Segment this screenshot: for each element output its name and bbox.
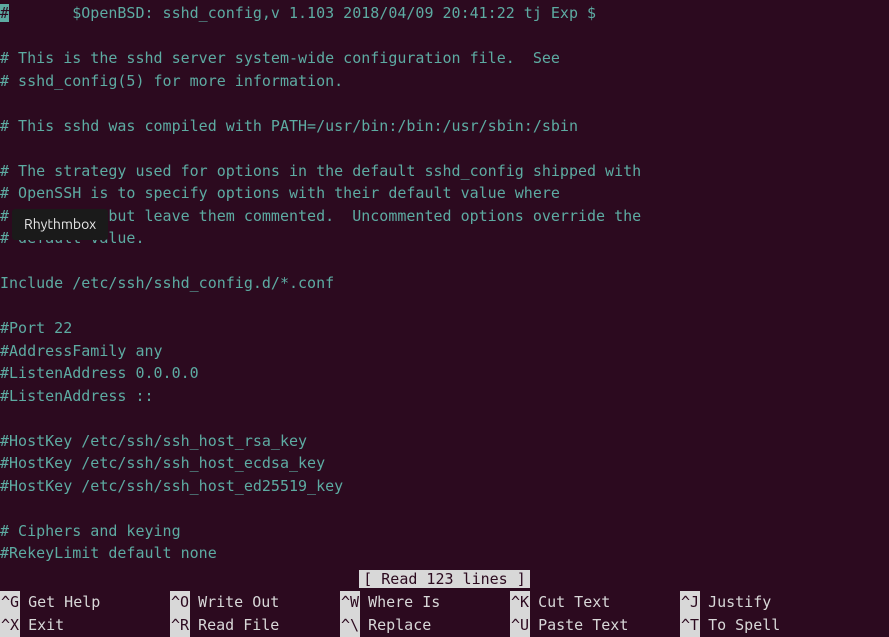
help-item[interactable]: ^R Read File [170,614,340,637]
shortcut-key: ^R [170,614,190,637]
editor-line[interactable] [0,407,889,430]
editor-line[interactable]: #RekeyLimit default none [0,542,889,565]
shortcut-label: Replace [368,614,431,637]
shortcut-label: Justify [708,591,771,614]
status-line: [ Read 123 lines ] [0,568,889,591]
editor-line[interactable]: Include /etc/ssh/sshd_config.d/*.conf [0,272,889,295]
shortcut-label: Cut Text [538,591,610,614]
help-item[interactable]: ^G Get Help [0,591,170,614]
tooltip-rhythmbox: Rhythmbox [12,209,108,240]
editor-line[interactable]: # sshd_config(5) for more information. [0,70,889,93]
shortcut-label: Read File [198,614,279,637]
status-message: [ Read 123 lines ] [359,570,530,588]
editor-line[interactable]: # possible, but leave them commented. Un… [0,205,889,228]
shortcut-label: Paste Text [538,614,628,637]
bottom-bar: [ Read 123 lines ] ^G Get Help ^O Write Out… [0,568,889,637]
editor-line[interactable]: #ListenAddress 0.0.0.0 [0,362,889,385]
shortcut-key: ^G [0,591,20,614]
editor-line[interactable]: # This is the sshd server system-wide co… [0,47,889,70]
editor-line[interactable]: #HostKey /etc/ssh/ssh_host_ecdsa_key [0,452,889,475]
shortcut-label: Exit [28,614,64,637]
editor-line[interactable] [0,250,889,273]
editor-line[interactable] [0,92,889,115]
editor-line[interactable]: # OpenSSH is to specify options with the… [0,182,889,205]
editor-line[interactable]: #AddressFamily any [0,340,889,363]
editor-line[interactable] [0,137,889,160]
shortcut-key: ^W [340,591,360,614]
shortcut-label: Write Out [198,591,279,614]
editor-line[interactable]: #HostKey /etc/ssh/ssh_host_ed25519_key [0,475,889,498]
shortcut-key: ^U [510,614,530,637]
editor-line[interactable] [0,25,889,48]
help-item[interactable]: ^W Where Is [340,591,510,614]
editor-line[interactable]: # This sshd was compiled with PATH=/usr/… [0,115,889,138]
editor-line[interactable]: # $OpenBSD: sshd_config,v 1.103 2018/04/… [0,2,889,25]
editor-line[interactable] [0,497,889,520]
help-item[interactable]: ^K Cut Text [510,591,680,614]
shortcut-label: To Spell [708,614,780,637]
help-row-2: ^X Exit ^R Read File ^\ Replace ^U Paste Text ^T… [0,614,889,637]
line-text: $OpenBSD: sshd_config,v 1.103 2018/04/09… [9,4,596,22]
editor-line[interactable]: # default value. [0,227,889,250]
shortcut-key: ^T [680,614,700,637]
help-row-1: ^G Get Help ^O Write Out ^W Where Is ^K Cut Tex… [0,591,889,614]
editor-area[interactable]: # $OpenBSD: sshd_config,v 1.103 2018/04/… [0,0,889,567]
help-item[interactable]: ^T To Spell [680,614,850,637]
cursor: # [0,4,9,22]
editor-line[interactable]: #ListenAddress :: [0,385,889,408]
editor-line[interactable]: # Ciphers and keying [0,520,889,543]
editor-line[interactable]: #HostKey /etc/ssh/ssh_host_rsa_key [0,430,889,453]
shortcut-key: ^X [0,614,20,637]
help-item[interactable]: ^J Justify [680,591,850,614]
help-item[interactable]: ^X Exit [0,614,170,637]
help-item[interactable]: ^\ Replace [340,614,510,637]
shortcut-key: ^K [510,591,530,614]
shortcut-key: ^O [170,591,190,614]
shortcut-label: Get Help [28,591,100,614]
help-item[interactable]: ^U Paste Text [510,614,680,637]
shortcut-key: ^\ [340,614,360,637]
help-item[interactable]: ^O Write Out [170,591,340,614]
editor-line[interactable]: #Port 22 [0,317,889,340]
editor-line[interactable] [0,295,889,318]
shortcut-key: ^J [680,591,700,614]
shortcut-label: Where Is [368,591,440,614]
editor-line[interactable]: # The strategy used for options in the d… [0,160,889,183]
